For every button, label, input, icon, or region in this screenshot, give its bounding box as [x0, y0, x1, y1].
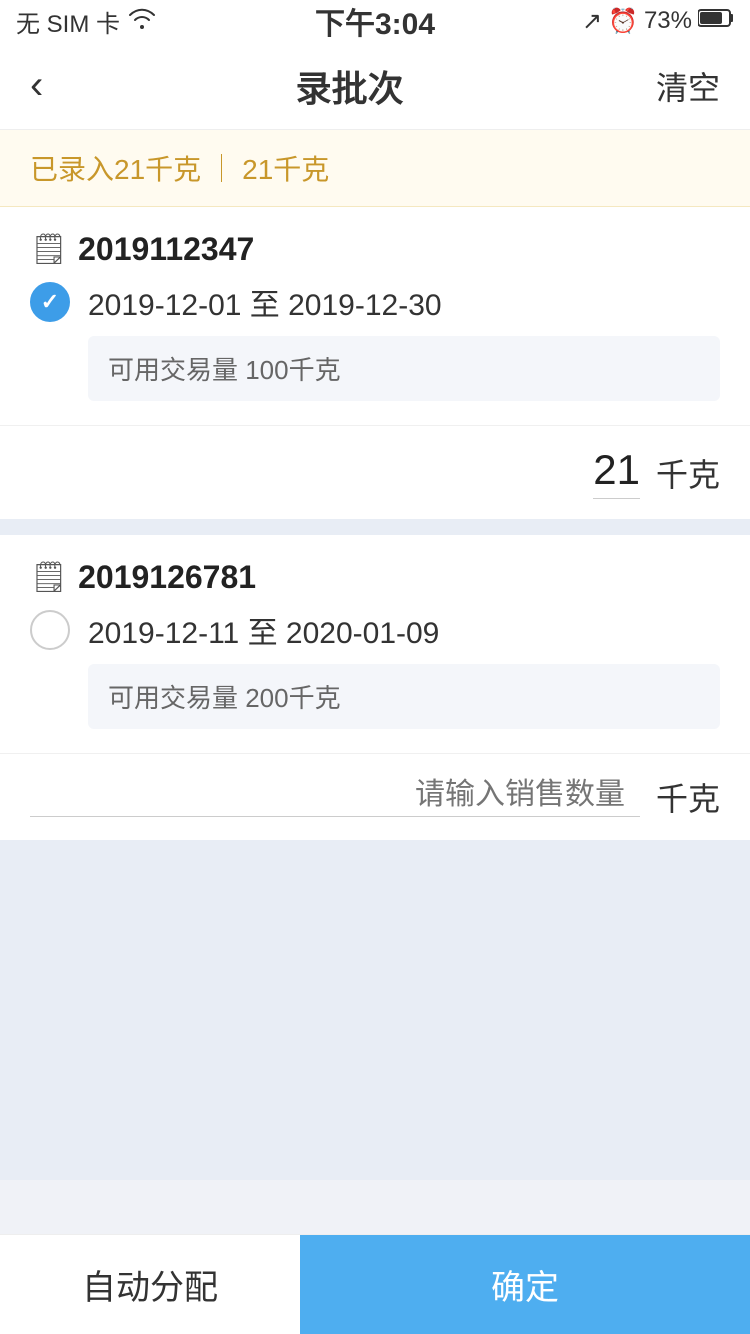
location-icon: ↗: [582, 7, 602, 36]
item-header-1: 🗒 2019112347: [30, 231, 720, 268]
input-row-2: 千克: [0, 753, 750, 840]
status-bar: 无 SIM 卡 下午3:04 ↗ ⏰ 73%: [0, 0, 750, 42]
auto-distribute-button[interactable]: 自动分配: [0, 1235, 300, 1334]
item-date-1: 2019-12-01 至 2019-12-30: [88, 280, 442, 324]
item-date-2: 2019-12-11 至 2020-01-09: [88, 608, 439, 652]
confirm-button[interactable]: 确定: [300, 1235, 750, 1334]
banner-divider: [221, 154, 222, 182]
sale-unit-2: 千克: [656, 774, 720, 820]
status-bar-right: ↗ ⏰ 73%: [582, 7, 734, 36]
section-divider: [0, 519, 750, 535]
nav-bar: ‹ 录批次 清空: [0, 42, 750, 130]
back-button[interactable]: ‹: [30, 63, 43, 108]
item-date-row-2[interactable]: 2019-12-11 至 2020-01-09: [30, 608, 720, 652]
wifi-icon: [128, 7, 156, 36]
bottom-bar: 自动分配 确定: [0, 1234, 750, 1334]
sale-quantity-input[interactable]: [320, 778, 640, 812]
page-title: 录批次: [296, 60, 404, 112]
battery-icon: [698, 7, 734, 35]
no-sim-text: 无 SIM 卡: [16, 4, 120, 39]
banner-amount: 21千克: [242, 148, 329, 188]
item-id-1: 2019112347: [78, 231, 254, 268]
item-available-2: 可用交易量 200千克: [88, 664, 720, 729]
item-card-1: 🗒 2019112347 2019-12-01 至 2019-12-30 可用交…: [0, 207, 750, 519]
radio-unchecked-2[interactable]: [30, 610, 70, 650]
radio-checked-1[interactable]: [30, 282, 70, 322]
info-banner: 已录入21千克 21千克: [0, 130, 750, 207]
item-header-2: 🗒 2019126781: [30, 559, 720, 596]
amount-underline-1: 21: [593, 446, 640, 499]
input-underline-2: [30, 778, 640, 817]
amount-unit-1: 千克: [656, 450, 720, 496]
recorded-amount-label: 已录入21千克: [30, 148, 201, 188]
bottom-spacer: [0, 840, 750, 1180]
doc-icon-1: 🗒: [30, 232, 68, 267]
item-available-1: 可用交易量 100千克: [88, 336, 720, 401]
alarm-icon: ⏰: [608, 7, 638, 36]
battery-text: 73%: [644, 7, 692, 35]
clear-button[interactable]: 清空: [656, 63, 720, 109]
item-id-2: 2019126781: [78, 559, 256, 596]
amount-row-1: 21 千克: [0, 425, 750, 519]
item-card-2: 🗒 2019126781 2019-12-11 至 2020-01-09 可用交…: [0, 535, 750, 840]
status-bar-time: 下午3:04: [315, 0, 435, 43]
status-bar-left: 无 SIM 卡: [16, 4, 156, 39]
item-date-row-1[interactable]: 2019-12-01 至 2019-12-30: [30, 280, 720, 324]
amount-value-1[interactable]: 21: [593, 446, 640, 493]
doc-icon-2: 🗒: [30, 560, 68, 595]
